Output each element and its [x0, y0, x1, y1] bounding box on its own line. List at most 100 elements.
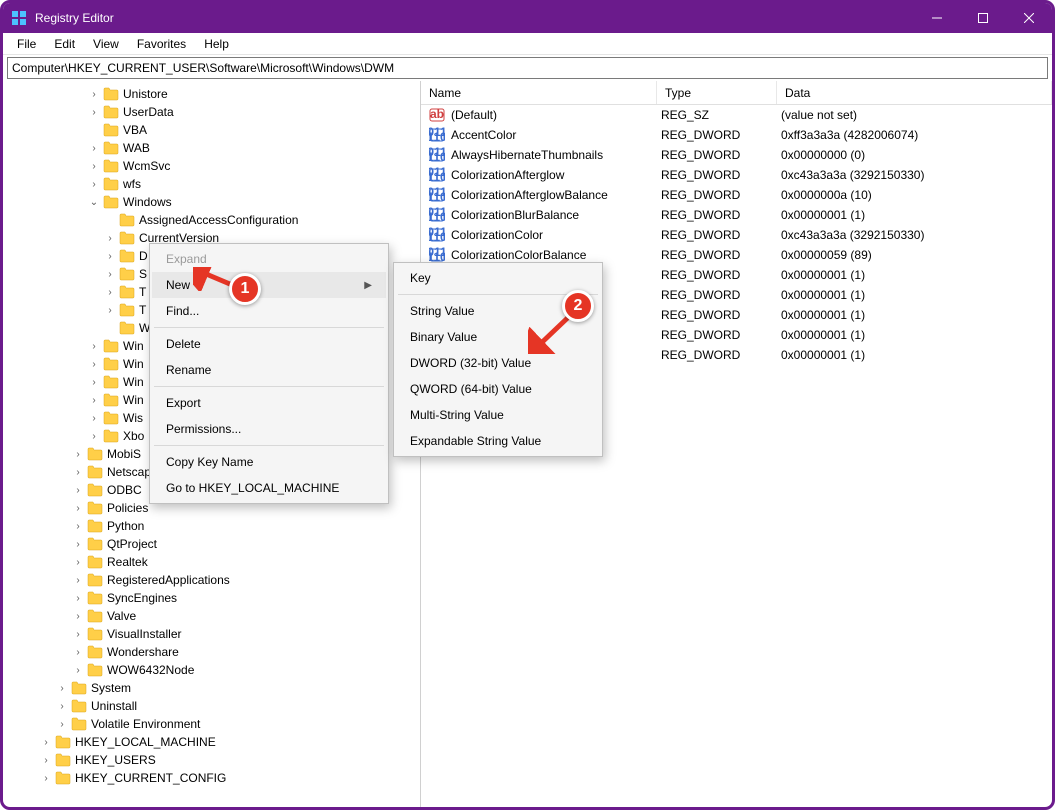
expander-icon[interactable]: ›	[55, 701, 69, 712]
expander-icon[interactable]: ›	[87, 395, 101, 406]
folder-icon	[87, 447, 103, 461]
expander-icon[interactable]: ›	[87, 359, 101, 370]
expander-icon[interactable]: ›	[103, 269, 117, 280]
expander-icon[interactable]: ›	[71, 539, 85, 550]
expander-icon[interactable]: ›	[87, 431, 101, 442]
expander-icon[interactable]: ›	[103, 305, 117, 316]
tree-item[interactable]: ›Valve	[7, 607, 420, 625]
expander-icon[interactable]: ›	[71, 557, 85, 568]
tree-item[interactable]: ›UserData	[7, 103, 420, 121]
expander-icon[interactable]: ›	[87, 377, 101, 388]
list-row[interactable]: ab(Default)REG_SZ(value not set)	[421, 105, 1052, 125]
tree-label: Wondershare	[107, 645, 179, 659]
close-button[interactable]	[1006, 3, 1052, 33]
address-bar[interactable]: Computer\HKEY_CURRENT_USER\Software\Micr…	[7, 57, 1048, 79]
expander-icon[interactable]: ›	[87, 341, 101, 352]
tree-item[interactable]: ›Volatile Environment	[7, 715, 420, 733]
expander-icon[interactable]: ›	[71, 449, 85, 460]
expander-icon[interactable]: ›	[71, 665, 85, 676]
list-row[interactable]: 011110AccentColorREG_DWORD0xff3a3a3a (42…	[421, 125, 1052, 145]
expander-icon[interactable]: ›	[71, 521, 85, 532]
expander-icon[interactable]: ›	[39, 737, 53, 748]
expander-icon[interactable]: ›	[39, 755, 53, 766]
context-item-delete[interactable]: Delete	[152, 331, 386, 357]
tree-item[interactable]: ›VisualInstaller	[7, 625, 420, 643]
tree-item[interactable]: ›Python	[7, 517, 420, 535]
expander-icon[interactable]: ›	[71, 485, 85, 496]
list-row[interactable]: 011110ColorizationBlurBalanceREG_DWORD0x…	[421, 205, 1052, 225]
tree-item[interactable]: ›HKEY_CURRENT_CONFIG	[7, 769, 420, 787]
expander-icon[interactable]: ›	[71, 629, 85, 640]
expander-icon[interactable]: ›	[103, 251, 117, 262]
maximize-button[interactable]	[960, 3, 1006, 33]
submenu-item-key[interactable]: Key	[396, 265, 616, 291]
tree-item[interactable]: › HKEY_USERS	[7, 751, 420, 769]
list-row[interactable]: 011110ColorizationColorREG_DWORD0xc43a3a…	[421, 225, 1052, 245]
context-item-copy-key-name[interactable]: Copy Key Name	[152, 449, 386, 475]
submenu-item-expandable-string-value[interactable]: Expandable String Value	[396, 428, 616, 454]
expander-icon[interactable]: ›	[39, 773, 53, 784]
tree-item[interactable]: ›Realtek	[7, 553, 420, 571]
column-header-name[interactable]: Name	[421, 81, 657, 104]
tree-item[interactable]: AssignedAccessConfiguration	[7, 211, 420, 229]
value-type: REG_DWORD	[661, 128, 781, 142]
expander-icon[interactable]: ›	[55, 683, 69, 694]
expander-icon[interactable]: ›	[103, 287, 117, 298]
tree-item[interactable]: ⌄Windows	[7, 193, 420, 211]
expander-icon[interactable]: ›	[71, 611, 85, 622]
menu-file[interactable]: File	[9, 35, 44, 53]
separator	[154, 386, 384, 387]
tree-item[interactable]: ›System	[7, 679, 420, 697]
tree-item[interactable]: ›Uninstall	[7, 697, 420, 715]
tree-item[interactable]: ›WAB	[7, 139, 420, 157]
menu-view[interactable]: View	[85, 35, 127, 53]
dword-value-icon: 011110	[429, 127, 445, 143]
menu-favorites[interactable]: Favorites	[129, 35, 194, 53]
list-row[interactable]: 011110AlwaysHibernateThumbnailsREG_DWORD…	[421, 145, 1052, 165]
context-item-rename[interactable]: Rename	[152, 357, 386, 383]
expander-icon[interactable]: ›	[87, 89, 101, 100]
menu-help[interactable]: Help	[196, 35, 237, 53]
minimize-button[interactable]	[914, 3, 960, 33]
expander-icon[interactable]: ›	[71, 467, 85, 478]
expander-icon[interactable]: ›	[87, 143, 101, 154]
expander-icon[interactable]: ›	[71, 503, 85, 514]
tree-item[interactable]: ›SyncEngines	[7, 589, 420, 607]
list-row[interactable]: 011110ColorizationAfterglowREG_DWORD0xc4…	[421, 165, 1052, 185]
expander-icon[interactable]: ›	[87, 161, 101, 172]
expander-icon[interactable]: ›	[87, 107, 101, 118]
folder-icon	[103, 411, 119, 425]
expander-icon[interactable]: ›	[87, 413, 101, 424]
context-item-new[interactable]: New▶	[152, 272, 386, 298]
expander-icon[interactable]: ›	[87, 179, 101, 190]
tree-label: HKEY_USERS	[75, 753, 156, 767]
tree-item[interactable]: ›wfs	[7, 175, 420, 193]
expander-icon[interactable]: ›	[103, 233, 117, 244]
tree-item[interactable]: ›Unistore	[7, 85, 420, 103]
tree-item[interactable]: ›RegisteredApplications	[7, 571, 420, 589]
menu-edit[interactable]: Edit	[46, 35, 83, 53]
submenu-item-multi-string-value[interactable]: Multi-String Value	[396, 402, 616, 428]
tree-pane[interactable]: ›Unistore›UserDataVBA›WAB›WcmSvc›wfs⌄Win…	[3, 81, 421, 807]
tree-item[interactable]: ›HKEY_LOCAL_MACHINE	[7, 733, 420, 751]
context-item-find-[interactable]: Find...	[152, 298, 386, 324]
annotation-ball-2: 2	[562, 290, 594, 322]
tree-item[interactable]: VBA	[7, 121, 420, 139]
expander-icon[interactable]: ›	[55, 719, 69, 730]
svg-text:ab: ab	[430, 107, 444, 121]
list-row[interactable]: 011110ColorizationAfterglowBalanceREG_DW…	[421, 185, 1052, 205]
context-item-export[interactable]: Export	[152, 390, 386, 416]
submenu-item-qword-bit-value[interactable]: QWORD (64-bit) Value	[396, 376, 616, 402]
expander-icon[interactable]: ›	[71, 647, 85, 658]
column-header-data[interactable]: Data	[777, 81, 1052, 104]
column-header-type[interactable]: Type	[657, 81, 777, 104]
context-item-permissions-[interactable]: Permissions...	[152, 416, 386, 442]
expander-icon[interactable]: ›	[71, 575, 85, 586]
expander-icon[interactable]: ⌄	[87, 197, 101, 208]
expander-icon[interactable]: ›	[71, 593, 85, 604]
tree-item[interactable]: › Wondershare	[7, 643, 420, 661]
tree-item[interactable]: ›QtProject	[7, 535, 420, 553]
tree-item[interactable]: ›WcmSvc	[7, 157, 420, 175]
tree-item[interactable]: ›WOW6432Node	[7, 661, 420, 679]
context-item-go-to-hkey-local-machine[interactable]: Go to HKEY_LOCAL_MACHINE	[152, 475, 386, 501]
